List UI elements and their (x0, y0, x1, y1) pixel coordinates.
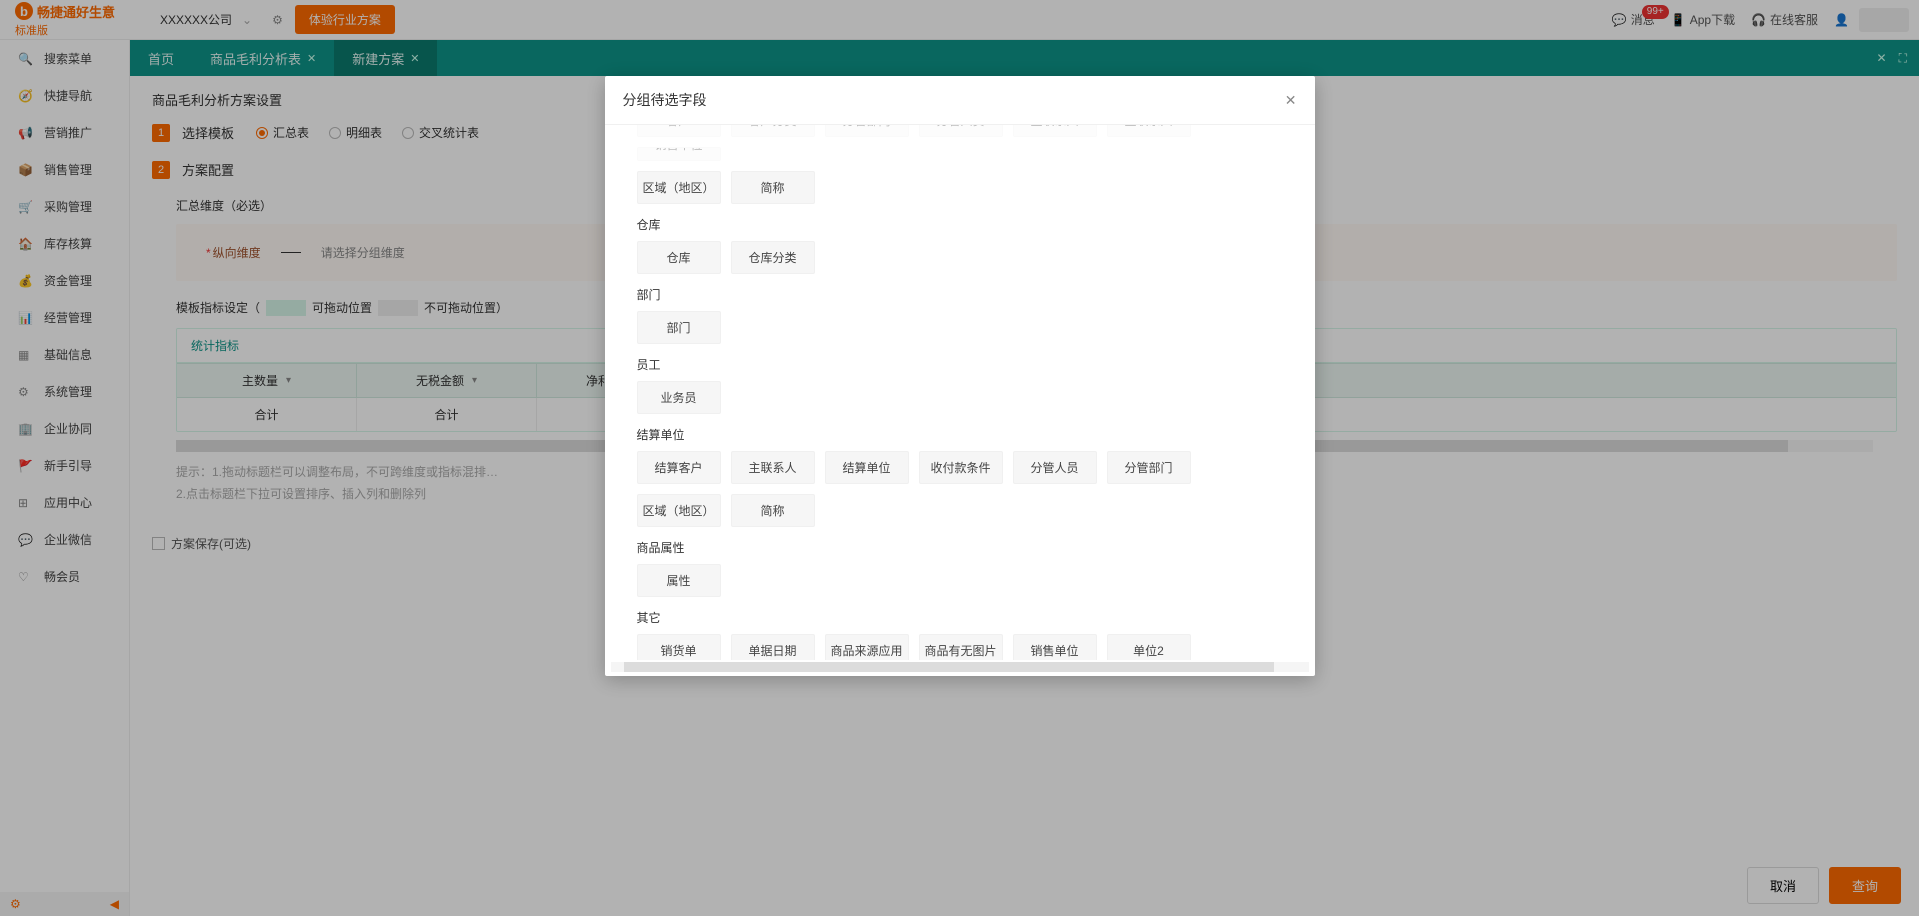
category-title: 员工 (637, 356, 1283, 373)
cut-off-chips: 客户客户分类分管部门分管人员主联系人主联系人销售单位 (637, 125, 1283, 161)
field-chip[interactable]: 主联系人 (1107, 125, 1191, 137)
modal-body: 客户客户分类分管部门分管人员主联系人主联系人销售单位 区域（地区）简称 仓库仓库… (605, 125, 1315, 660)
field-chip[interactable]: 区域（地区） (637, 494, 721, 527)
field-chip[interactable]: 结算客户 (637, 451, 721, 484)
category-title: 结算单位 (637, 426, 1283, 443)
field-chip[interactable]: 客户分类 (731, 125, 815, 137)
field-select-modal: 分组待选字段 ✕ 客户客户分类分管部门分管人员主联系人主联系人销售单位 区域（地… (605, 76, 1315, 676)
field-category: 仓库仓库仓库分类 (637, 216, 1283, 274)
field-chip[interactable]: 商品来源应用 (825, 634, 909, 660)
chip-group: 属性 (637, 564, 1283, 597)
modal-title: 分组待选字段 (623, 90, 707, 110)
field-chip[interactable]: 主联系人 (1013, 125, 1097, 137)
field-category: 结算单位结算客户主联系人结算单位收付款条件分管人员分管部门区域（地区）简称 (637, 426, 1283, 527)
chip-group: 销货单单据日期商品来源应用商品有无图片销售单位单位2主计量制单人审核人出库人预计… (637, 634, 1283, 660)
field-chip[interactable]: 属性 (637, 564, 721, 597)
field-chip[interactable]: 分管人员 (1013, 451, 1097, 484)
modal-horizontal-scrollbar[interactable] (611, 662, 1309, 672)
region-extra-chips: 区域（地区） 简称 (637, 171, 1283, 204)
field-chip[interactable]: 收付款条件 (919, 451, 1003, 484)
category-title: 其它 (637, 609, 1283, 626)
field-chip[interactable]: 仓库分类 (731, 241, 815, 274)
field-category: 员工业务员 (637, 356, 1283, 414)
field-chip[interactable]: 销货单 (637, 634, 721, 660)
field-chip[interactable]: 单据日期 (731, 634, 815, 660)
field-chip[interactable]: 简称 (731, 171, 815, 204)
field-chip[interactable]: 销售单位 (1013, 634, 1097, 660)
field-chip[interactable]: 商品有无图片 (919, 634, 1003, 660)
chip-group: 仓库仓库分类 (637, 241, 1283, 274)
chip-group: 业务员 (637, 381, 1283, 414)
field-chip[interactable]: 分管部门 (1107, 451, 1191, 484)
field-category: 部门部门 (637, 286, 1283, 344)
field-chip[interactable]: 客户 (637, 125, 721, 137)
field-chip[interactable]: 业务员 (637, 381, 721, 414)
field-chip[interactable]: 主联系人 (731, 451, 815, 484)
field-chip[interactable]: 分管部门 (825, 125, 909, 137)
field-chip[interactable]: 销售单位 (637, 147, 721, 161)
field-chip[interactable]: 部门 (637, 311, 721, 344)
chip-group: 结算客户主联系人结算单位收付款条件分管人员分管部门区域（地区） 简称 (637, 451, 1283, 527)
category-title: 仓库 (637, 216, 1283, 233)
field-category: 商品属性属性 (637, 539, 1283, 597)
field-chip[interactable]: 仓库 (637, 241, 721, 274)
modal-close-icon[interactable]: ✕ (1285, 92, 1297, 109)
chip-group: 部门 (637, 311, 1283, 344)
category-title: 商品属性 (637, 539, 1283, 556)
field-category: 其它销货单单据日期商品来源应用商品有无图片销售单位单位2主计量制单人审核人出库人… (637, 609, 1283, 660)
field-chip[interactable]: 单位2 (1107, 634, 1191, 660)
modal-header: 分组待选字段 ✕ (605, 76, 1315, 125)
field-chip[interactable]: 分管人员 (919, 125, 1003, 137)
field-chip[interactable]: 区域（地区） (637, 171, 721, 204)
field-chip[interactable]: 结算单位 (825, 451, 909, 484)
category-title: 部门 (637, 286, 1283, 303)
field-chip[interactable]: 简称 (731, 494, 815, 527)
